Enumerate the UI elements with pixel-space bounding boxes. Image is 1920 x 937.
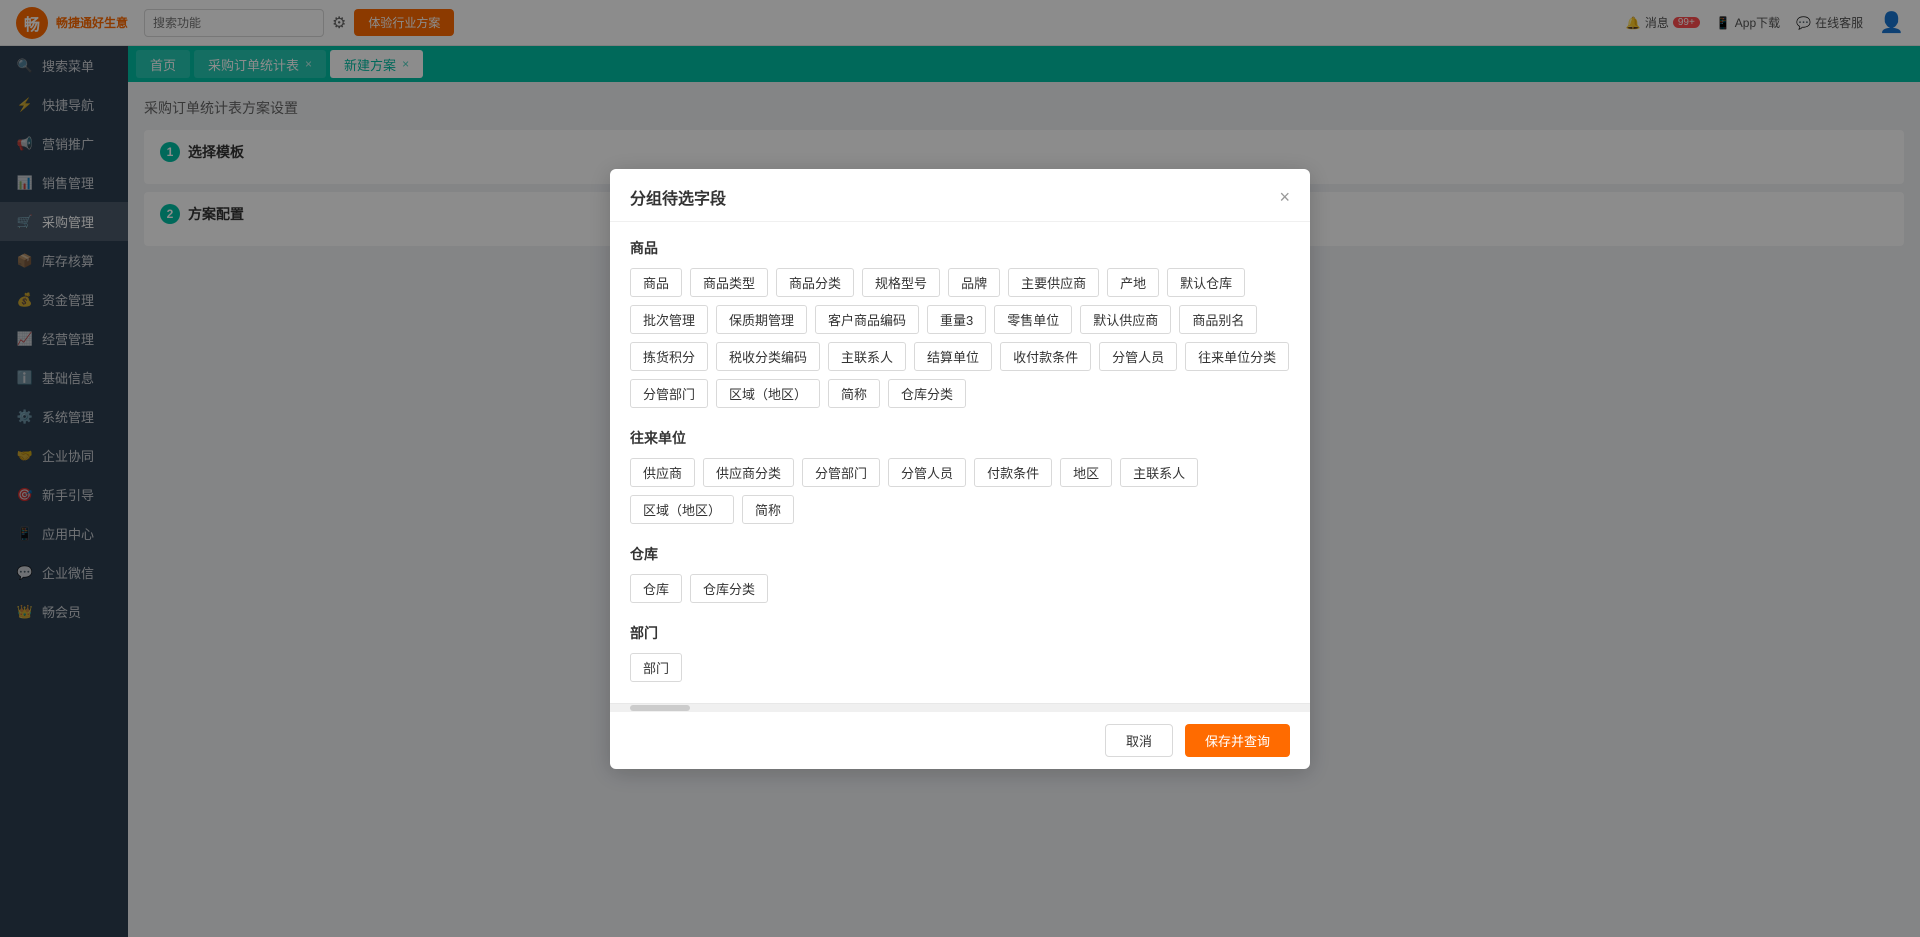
field-tag-goods-alias[interactable]: 商品别名 xyxy=(1179,305,1257,334)
dialog-title: 分组待选字段 xyxy=(630,185,726,209)
field-tags-warehouse: 仓库仓库分类 xyxy=(630,574,1290,603)
field-tag-warehouse[interactable]: 仓库 xyxy=(630,574,682,603)
field-tag-default-warehouse[interactable]: 默认仓库 xyxy=(1167,268,1245,297)
scrollbar-thumb[interactable] xyxy=(630,705,690,711)
field-group-product: 商品商品商品类型商品分类规格型号品牌主要供应商产地默认仓库批次管理保质期管理客户… xyxy=(630,238,1290,408)
field-group-title-department: 部门 xyxy=(630,623,1290,643)
field-group-title-warehouse: 仓库 xyxy=(630,544,1290,564)
field-tag-warehouse-category[interactable]: 仓库分类 xyxy=(888,379,966,408)
field-tag-goods[interactable]: 商品 xyxy=(630,268,682,297)
field-tag-origin[interactable]: 产地 xyxy=(1107,268,1159,297)
field-tag-spec-type[interactable]: 规格型号 xyxy=(862,268,940,297)
field-tag-supplier[interactable]: 供应商 xyxy=(630,458,695,487)
field-tags-product: 商品商品类型商品分类规格型号品牌主要供应商产地默认仓库批次管理保质期管理客户商品… xyxy=(630,268,1290,408)
field-tag-default-supplier[interactable]: 默认供应商 xyxy=(1080,305,1171,334)
field-tag-dept[interactable]: 部门 xyxy=(630,653,682,682)
field-tag-manage-dept[interactable]: 分管部门 xyxy=(630,379,708,408)
field-tag-short-name[interactable]: 简称 xyxy=(828,379,880,408)
field-tag-settle-unit[interactable]: 结算单位 xyxy=(914,342,992,371)
confirm-button[interactable]: 保存并查询 xyxy=(1185,724,1290,757)
field-tag-manage-dept2[interactable]: 分管部门 xyxy=(802,458,880,487)
field-tag-retail-unit[interactable]: 零售单位 xyxy=(994,305,1072,334)
field-select-dialog: 分组待选字段 × 商品商品商品类型商品分类规格型号品牌主要供应商产地默认仓库批次… xyxy=(610,169,1310,769)
dialog-body: 商品商品商品类型商品分类规格型号品牌主要供应商产地默认仓库批次管理保质期管理客户… xyxy=(610,222,1310,703)
field-group-warehouse: 仓库仓库仓库分类 xyxy=(630,544,1290,603)
field-group-title-product: 商品 xyxy=(630,238,1290,258)
field-tag-tax-code[interactable]: 税收分类编码 xyxy=(716,342,820,371)
field-tag-supplier-category[interactable]: 供应商分类 xyxy=(703,458,794,487)
modal-overlay: 分组待选字段 × 商品商品商品类型商品分类规格型号品牌主要供应商产地默认仓库批次… xyxy=(0,0,1920,937)
field-tags-department: 部门 xyxy=(630,653,1290,682)
field-tag-region-area[interactable]: 区域（地区） xyxy=(716,379,820,408)
field-tag-manager[interactable]: 分管人员 xyxy=(1099,342,1177,371)
field-tag-goods-category[interactable]: 商品分类 xyxy=(776,268,854,297)
field-tag-brand[interactable]: 品牌 xyxy=(948,268,1000,297)
field-tag-main-contact2[interactable]: 主联系人 xyxy=(1120,458,1198,487)
field-tag-manager2[interactable]: 分管人员 xyxy=(888,458,966,487)
field-tag-quality-manage[interactable]: 保质期管理 xyxy=(716,305,807,334)
field-tag-pick-points[interactable]: 拣货积分 xyxy=(630,342,708,371)
cancel-button[interactable]: 取消 xyxy=(1105,724,1173,757)
field-tag-main-contact[interactable]: 主联系人 xyxy=(828,342,906,371)
field-tag-weight3[interactable]: 重量3 xyxy=(927,305,986,334)
dialog-close-button[interactable]: × xyxy=(1279,188,1290,206)
field-tag-payment-terms2[interactable]: 付款条件 xyxy=(974,458,1052,487)
horizontal-scrollbar[interactable] xyxy=(610,703,1310,711)
field-tag-area2[interactable]: 地区 xyxy=(1060,458,1112,487)
field-tag-region2[interactable]: 区域（地区） xyxy=(630,495,734,524)
dialog-footer: 取消 保存并查询 xyxy=(610,711,1310,769)
field-group-partner: 往来单位供应商供应商分类分管部门分管人员付款条件地区主联系人区域（地区） 简称 xyxy=(630,428,1290,524)
field-group-title-partner: 往来单位 xyxy=(630,428,1290,448)
field-tag-batch-manage[interactable]: 批次管理 xyxy=(630,305,708,334)
dialog-header: 分组待选字段 × xyxy=(610,169,1310,222)
field-tag-short-name2[interactable]: 简称 xyxy=(742,495,794,524)
field-group-department: 部门部门 xyxy=(630,623,1290,682)
field-tag-goods-type[interactable]: 商品类型 xyxy=(690,268,768,297)
field-tag-customer-code[interactable]: 客户商品编码 xyxy=(815,305,919,334)
field-tag-main-supplier[interactable]: 主要供应商 xyxy=(1008,268,1099,297)
field-tag-payment-terms[interactable]: 收付款条件 xyxy=(1000,342,1091,371)
field-tag-warehouse-cat[interactable]: 仓库分类 xyxy=(690,574,768,603)
field-tags-partner: 供应商供应商分类分管部门分管人员付款条件地区主联系人区域（地区） 简称 xyxy=(630,458,1290,524)
field-tag-from-unit-category[interactable]: 往来单位分类 xyxy=(1185,342,1289,371)
